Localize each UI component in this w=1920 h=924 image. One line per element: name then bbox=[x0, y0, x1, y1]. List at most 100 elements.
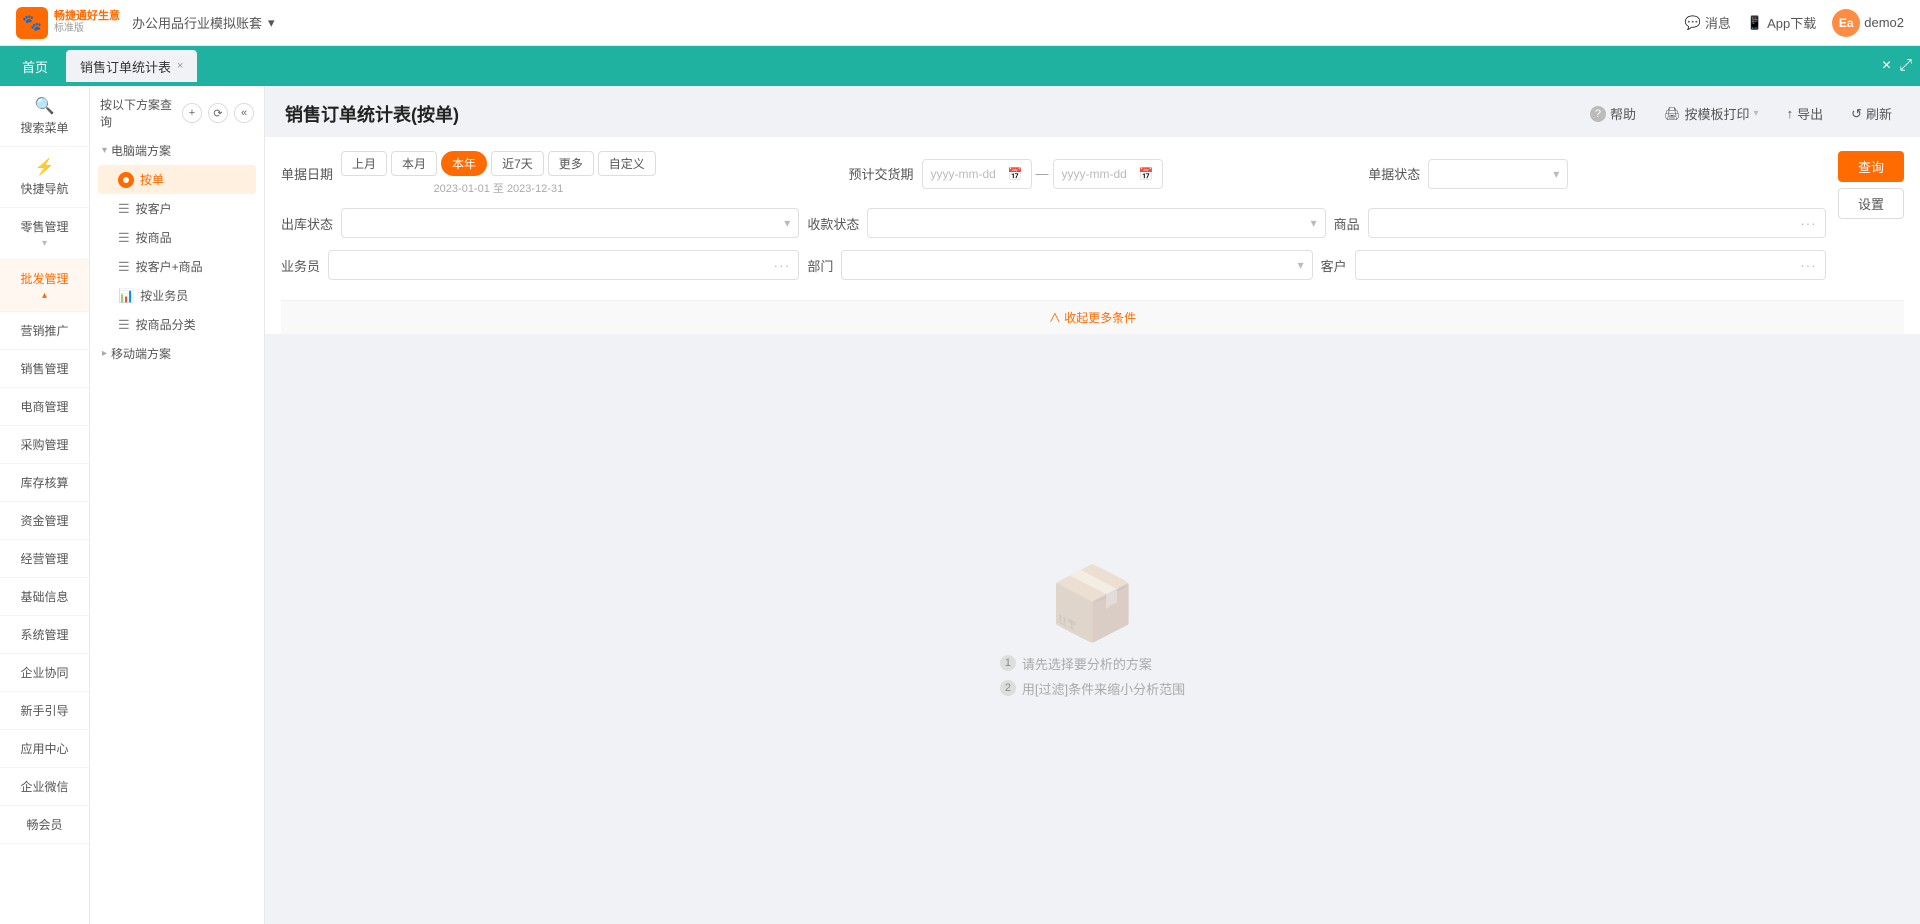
query-button[interactable]: 查询 bbox=[1838, 151, 1904, 182]
tab-home[interactable]: 首页 bbox=[8, 50, 62, 82]
window-maximize-icon[interactable]: ⤢ bbox=[1899, 57, 1912, 75]
scheme-mobile-group-header[interactable]: ▸ 移动端方案 bbox=[98, 339, 256, 368]
customer-goods-icon: ☰ bbox=[118, 259, 130, 275]
avatar-text: Ea bbox=[1839, 16, 1854, 30]
set-button[interactable]: 设置 bbox=[1838, 188, 1904, 219]
sidebar-item-wechat[interactable]: 企业微信 bbox=[0, 768, 89, 806]
app-download-button[interactable]: 📱 App下载 bbox=[1747, 13, 1816, 32]
quicknav-icon: ⚡ bbox=[35, 157, 55, 177]
inventory-label: 库存核算 bbox=[20, 474, 68, 491]
template-print-label: 按模板打印 bbox=[1685, 104, 1750, 123]
date-btn-this-year[interactable]: 本年 bbox=[441, 151, 487, 176]
sidebar-item-sales[interactable]: 销售管理 bbox=[0, 350, 89, 388]
pc-group-arrow: ▾ bbox=[102, 145, 107, 156]
date-dash: — bbox=[1036, 166, 1049, 181]
sidebar-item-operations[interactable]: 经营管理 bbox=[0, 540, 89, 578]
delivery-status-select[interactable]: ▾ bbox=[341, 208, 799, 238]
filter-line-1: 单据日期 上月 本月 本年 近7天 更多 自定义 20 bbox=[281, 151, 1826, 196]
delivery-date-start-input[interactable]: yyyy-mm-dd 📅 bbox=[922, 159, 1032, 189]
date-btn-last-7[interactable]: 近7天 bbox=[491, 151, 544, 176]
scheme-item-by-customer-goods[interactable]: ☰ 按客户+商品 bbox=[98, 252, 256, 281]
sidebar-item-wholesale[interactable]: 批发管理 ▴ bbox=[0, 260, 89, 312]
collapse-bar[interactable]: ∧ 收起更多条件 bbox=[281, 300, 1904, 334]
department-select[interactable]: ▾ bbox=[841, 250, 1312, 280]
sidebar-item-newbie[interactable]: 新手引导 bbox=[0, 692, 89, 730]
template-print-button[interactable]: 🖨 按模板打印 ▾ bbox=[1656, 100, 1767, 127]
scheme-item-label-1: 按客户 bbox=[136, 200, 172, 217]
scheme-add-button[interactable]: + bbox=[182, 103, 202, 123]
sidebar-item-apps[interactable]: 应用中心 bbox=[0, 730, 89, 768]
content-area: 按以下方案查询 + ⟳ « ▾ 电脑端方案 bbox=[90, 86, 1920, 924]
sidebar-item-finance[interactable]: 资金管理 bbox=[0, 502, 89, 540]
help-button[interactable]: ? 帮助 bbox=[1582, 100, 1644, 127]
salesperson-select[interactable]: ··· bbox=[328, 250, 799, 280]
customer-select[interactable]: ··· bbox=[1355, 250, 1826, 280]
sidebar-item-enterprise[interactable]: 企业协同 bbox=[0, 654, 89, 692]
page-title: 销售订单统计表(按单) bbox=[285, 101, 459, 127]
breadcrumb-text: 办公用品行业模拟账套 bbox=[132, 13, 262, 32]
sidebar-item-basic[interactable]: 基础信息 bbox=[0, 578, 89, 616]
scheme-item-by-customer[interactable]: ☰ 按客户 bbox=[98, 194, 256, 223]
single-status-select[interactable]: ▾ bbox=[1428, 159, 1568, 189]
date-options-area: 上月 本月 本年 近7天 更多 自定义 2023-01-01 至 2023-12… bbox=[341, 151, 656, 196]
customer-icon: ☰ bbox=[118, 201, 130, 217]
salesperson-label: 业务员 bbox=[281, 256, 320, 275]
sidebar-item-marketing[interactable]: 营销推广 bbox=[0, 312, 89, 350]
sidebar-item-retail[interactable]: 零售管理 ▾ bbox=[0, 208, 89, 260]
payment-status-label: 收款状态 bbox=[807, 214, 859, 233]
by-order-active-icon bbox=[118, 172, 134, 188]
sidebar-item-purchase[interactable]: 采购管理 bbox=[0, 426, 89, 464]
quicknav-label: 快捷导航 bbox=[20, 180, 68, 197]
delivery-date-end-input[interactable]: yyyy-mm-dd 📅 bbox=[1053, 159, 1163, 189]
top-bar: 🐾 畅捷通好生意 标准版 办公用品行业模拟账套 ▾ 💬 消息 📱 App下载 E… bbox=[0, 0, 1920, 46]
sidebar-item-members[interactable]: 畅会员 bbox=[0, 806, 89, 844]
sidebar-item-inventory[interactable]: 库存核算 bbox=[0, 464, 89, 502]
single-status-label: 单据状态 bbox=[1368, 164, 1420, 183]
app-download-icon: 📱 bbox=[1747, 15, 1763, 31]
refresh-button[interactable]: ↺ 刷新 bbox=[1843, 100, 1900, 127]
scheme-item-label-2: 按商品 bbox=[136, 229, 172, 246]
scheme-item-by-goods[interactable]: ☰ 按商品 bbox=[98, 223, 256, 252]
user-profile[interactable]: Ea demo2 bbox=[1832, 9, 1904, 37]
sidebar-item-system[interactable]: 系统管理 bbox=[0, 616, 89, 654]
sidebar-item-ecommerce[interactable]: 电商管理 bbox=[0, 388, 89, 426]
empty-hints: 1 请先选择要分析的方案 2 用[过滤]条件来缩小分析范围 bbox=[1000, 654, 1185, 698]
export-button[interactable]: ↑ 导出 bbox=[1779, 100, 1832, 127]
tab-close-icon[interactable]: × bbox=[177, 60, 183, 72]
filter-line-2: 出库状态 ▾ 收款状态 ▾ 商品 bbox=[281, 208, 1826, 238]
message-button[interactable]: 💬 消息 bbox=[1685, 13, 1731, 32]
date-btn-custom[interactable]: 自定义 bbox=[598, 151, 656, 176]
date-btn-more[interactable]: 更多 bbox=[548, 151, 594, 176]
date-btn-this-month[interactable]: 本月 bbox=[391, 151, 437, 176]
breadcrumb-area[interactable]: 办公用品行业模拟账套 ▾ bbox=[132, 13, 275, 32]
hint-text-2: 用[过滤]条件来缩小分析范围 bbox=[1022, 679, 1185, 698]
payment-status-select[interactable]: ▾ bbox=[867, 208, 1325, 238]
search-icon: 🔍 bbox=[35, 96, 55, 116]
scheme-item-by-order[interactable]: 按单 bbox=[98, 165, 256, 194]
wholesale-label: 批发管理 bbox=[20, 270, 68, 287]
salesperson-dots-icon: ··· bbox=[773, 257, 790, 273]
message-label: 消息 bbox=[1705, 13, 1731, 32]
scheme-item-by-salesperson[interactable]: 📊 按业务员 bbox=[98, 281, 256, 310]
sidebar: 🔍 搜索菜单 ⚡ 快捷导航 零售管理 ▾ 批发管理 ▴ 营销推广 销售管理 电商… bbox=[0, 86, 90, 924]
filter-row-1: 单据日期 上月 本月 本年 近7天 更多 自定义 20 bbox=[281, 151, 1904, 288]
goods-label: 商品 bbox=[1334, 214, 1360, 233]
sidebar-item-quicknav[interactable]: ⚡ 快捷导航 bbox=[0, 147, 89, 208]
window-close-icon[interactable]: × bbox=[1882, 57, 1891, 75]
print-icon: 🖨 bbox=[1664, 106, 1681, 122]
scheme-collapse-button[interactable]: « bbox=[234, 103, 254, 123]
scheme-pc-group-header[interactable]: ▾ 电脑端方案 bbox=[98, 136, 256, 165]
delivery-date-inputs: yyyy-mm-dd 📅 — yyyy-mm-dd 📅 bbox=[922, 159, 1163, 189]
goods-select[interactable]: ··· bbox=[1368, 208, 1826, 238]
sidebar-item-search[interactable]: 🔍 搜索菜单 bbox=[0, 86, 89, 147]
help-label: 帮助 bbox=[1610, 104, 1636, 123]
scheme-refresh-button[interactable]: ⟳ bbox=[208, 103, 228, 123]
single-status-label-cell: 单据状态 bbox=[1171, 164, 1421, 183]
tab-sales-order-stats[interactable]: 销售订单统计表 × bbox=[66, 50, 197, 82]
breadcrumb-chevron: ▾ bbox=[268, 15, 275, 31]
wholesale-chevron: ▴ bbox=[42, 290, 47, 301]
page-header: 销售订单统计表(按单) ? 帮助 🖨 按模板打印 ▾ ↑ 导出 bbox=[265, 86, 1920, 137]
date-btn-last-month[interactable]: 上月 bbox=[341, 151, 387, 176]
main-layout: 🔍 搜索菜单 ⚡ 快捷导航 零售管理 ▾ 批发管理 ▴ 营销推广 销售管理 电商… bbox=[0, 86, 1920, 924]
scheme-item-by-category[interactable]: ☰ 按商品分类 bbox=[98, 310, 256, 339]
